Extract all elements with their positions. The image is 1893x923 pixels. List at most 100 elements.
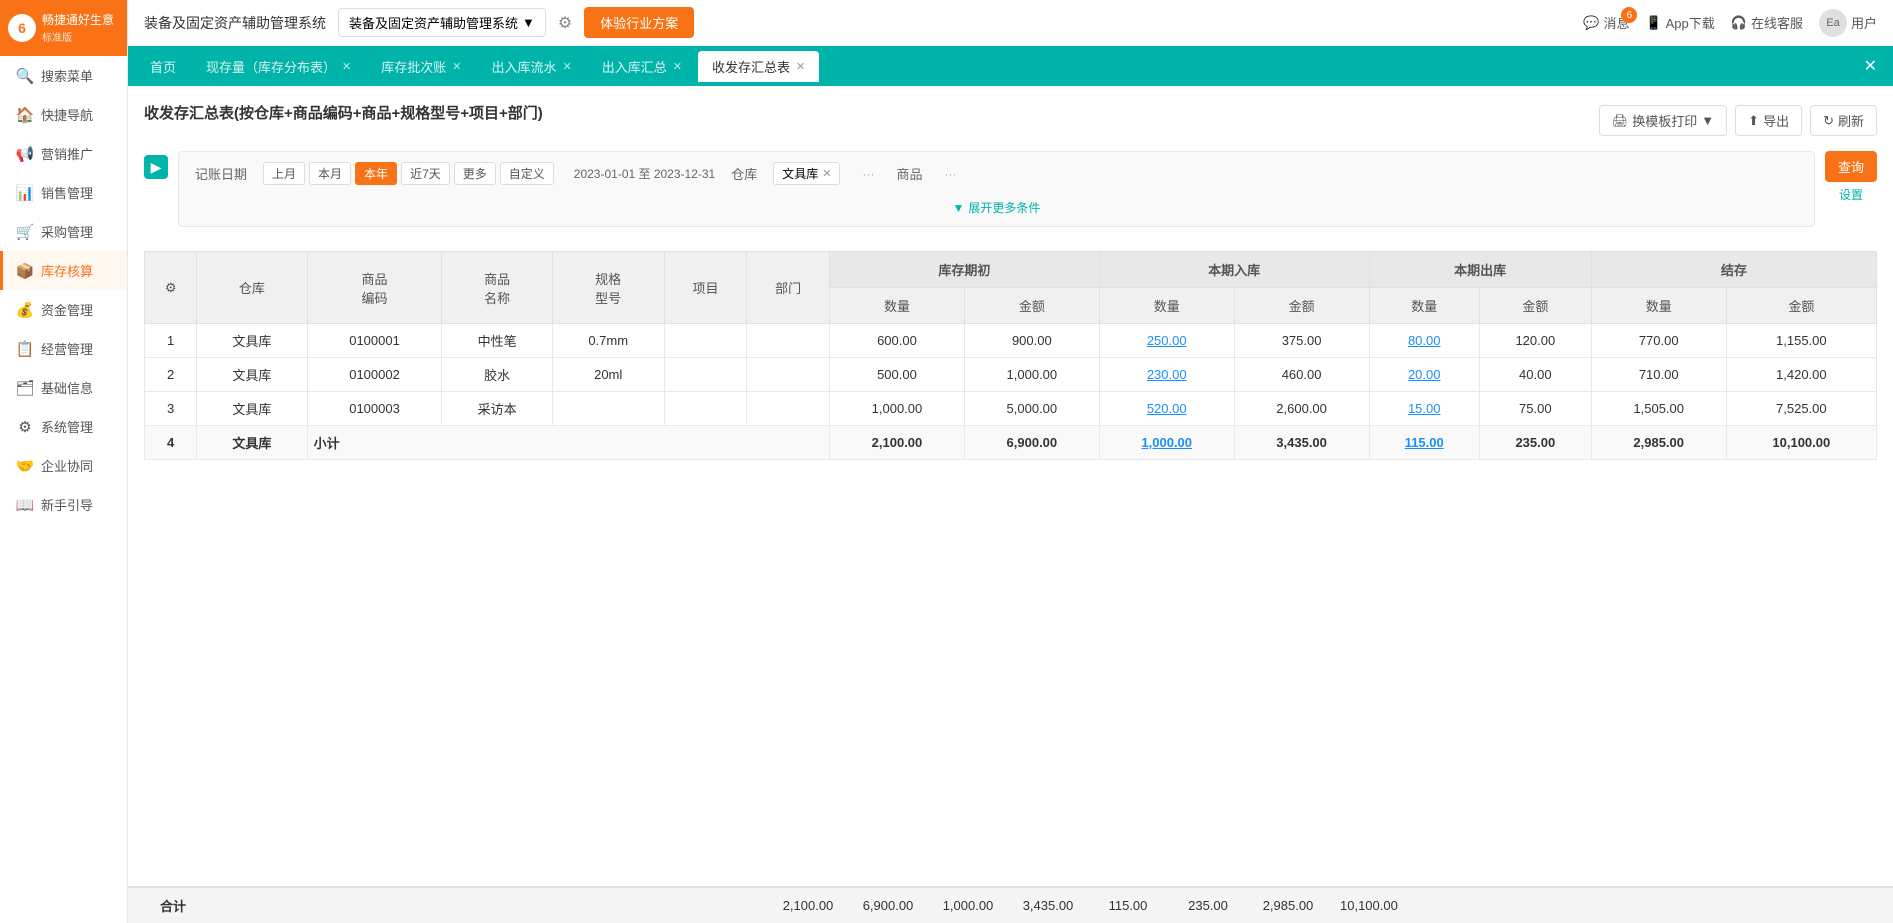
footer-in-qty: 1,000.00 [928,898,1008,913]
system-selector[interactable]: 装备及固定资产辅助管理系统 ▼ [338,8,546,37]
tab-summary[interactable]: 出入库汇总 ✕ [588,51,696,82]
sidebar-item-enterprise[interactable]: 🤝 企业协同 [0,446,127,485]
sidebar-label-search: 搜索菜单 [41,66,93,85]
date-btn-this-month[interactable]: 本月 [309,162,351,185]
sidebar-label-finance: 资金管理 [41,300,93,319]
chevron-down-icon: ▼ [1701,113,1714,128]
subtotal-out-amt: 235.00 [1479,426,1591,460]
message-button[interactable]: 💬 消息 6 [1583,13,1629,32]
subtotal-in-qty[interactable]: 1,000.00 [1099,426,1234,460]
experience-button[interactable]: 体验行业方案 [584,7,694,38]
sidebar-item-operations[interactable]: 📋 经营管理 [0,329,127,368]
col-out-amt-header: 金额 [1479,288,1591,324]
row2-out-amt: 40.00 [1479,358,1591,392]
sidebar-label-operations: 经营管理 [41,339,93,358]
tab-flow-label: 出入库流水 [491,57,556,76]
col-project-header: 项目 [664,252,747,324]
col-settings-header[interactable]: ⚙ [145,252,197,324]
sidebar-item-guide[interactable]: 📖 新手引导 [0,485,127,524]
table-container: ⚙ 仓库 商品编码 商品名称 规格型号 项目 部门 库存期初 本期入库 本期出库… [144,251,1877,460]
sidebar-label-marketing: 营销推广 [41,144,93,163]
row2-bal-amt: 1,420.00 [1726,358,1876,392]
row2-in-qty[interactable]: 230.00 [1099,358,1234,392]
row3-in-qty[interactable]: 520.00 [1099,392,1234,426]
date-range-display: 2023-01-01 至 2023-12-31 [574,165,715,182]
gear-icon[interactable]: ⚙ [558,13,572,33]
date-btn-7days[interactable]: 近7天 [401,162,450,185]
tab-summary-label: 出入库汇总 [602,57,667,76]
warehouse-more-btn[interactable]: ··· [856,165,880,183]
goods-filter-label: 商品 [896,164,922,183]
sidebar-label-quick-nav: 快捷导航 [41,105,93,124]
row1-in-amt: 375.00 [1234,324,1369,358]
row1-out-qty[interactable]: 80.00 [1369,324,1479,358]
subtotal-bal-qty: 2,985.00 [1591,426,1726,460]
warehouse-tag: 文具库 ✕ [773,162,840,185]
sales-icon: 📊 [15,184,35,202]
date-btn-this-year[interactable]: 本年 [355,162,397,185]
footer-bal-amt: 10,100.00 [1328,898,1410,913]
warehouse-tag-label: 文具库 [782,165,818,182]
date-btn-last-month[interactable]: 上月 [263,162,305,185]
settings-button[interactable]: 设置 [1825,186,1877,203]
page-title: 收发存汇总表(按仓库+商品编码+商品+规格型号+项目+部门) [144,102,543,123]
date-btn-custom[interactable]: 自定义 [500,162,554,185]
top-header-left: 装备及固定资产辅助管理系统 装备及固定资产辅助管理系统 ▼ ⚙ 体验行业方案 [144,7,694,38]
export-button[interactable]: ⬆ 导出 [1735,105,1802,136]
sidebar-item-finance[interactable]: 💰 资金管理 [0,290,127,329]
tab-close-batch[interactable]: ✕ [452,60,461,73]
goods-more-btn[interactable]: ··· [938,165,962,183]
row3-spec [552,392,664,426]
row1-spec: 0.7mm [552,324,664,358]
row2-out-qty[interactable]: 20.00 [1369,358,1479,392]
tab-flow[interactable]: 出入库流水 ✕ [477,51,585,82]
table-row: 2 文具库 0100002 胶水 20ml 500.00 1,000.00 23… [145,358,1877,392]
export-icon: ⬆ [1748,113,1759,129]
tab-receipt-issue[interactable]: 收发存汇总表 ✕ [698,51,819,82]
filter-toggle-btn[interactable]: ▶ [144,155,168,179]
sidebar-item-marketing[interactable]: 📢 营销推广 [0,134,127,173]
row1-open-qty: 600.00 [830,324,965,358]
refresh-button[interactable]: ↻ 刷新 [1810,105,1877,136]
table-row: 1 文具库 0100001 中性笔 0.7mm 600.00 900.00 25… [145,324,1877,358]
col-product-code-header: 商品编码 [307,252,442,324]
tab-close-receipt-issue[interactable]: ✕ [796,60,805,73]
row3-out-qty[interactable]: 15.00 [1369,392,1479,426]
sidebar-item-inventory[interactable]: 📦 库存核算 [0,251,127,290]
sidebar-item-search[interactable]: 🔍 搜索菜单 [0,56,127,95]
sidebar-item-quick-nav[interactable]: 🏠 快捷导航 [0,95,127,134]
row1-project [664,324,747,358]
app-download-label: App下载 [1666,13,1715,32]
app-download-button[interactable]: 📱 App下载 [1645,13,1714,32]
close-window-icon[interactable]: ✕ [1856,56,1885,76]
expand-more-btn[interactable]: ▼ 展开更多条件 [953,199,1041,216]
col-settings-icon[interactable]: ⚙ [165,280,177,295]
col-inbound-group-header: 本期入库 [1099,252,1369,288]
col-outbound-group-header: 本期出库 [1369,252,1591,288]
subtotal-row: 4 文具库 小计 2,100.00 6,900.00 1,000.00 3,43… [145,426,1877,460]
tab-close-summary[interactable]: ✕ [673,60,682,73]
print-template-button[interactable]: 🖨 换模板打印 ▼ [1599,105,1727,136]
subtotal-out-qty[interactable]: 115.00 [1369,426,1479,460]
row1-in-qty[interactable]: 250.00 [1099,324,1234,358]
tab-batch-label: 库存批次账 [381,57,446,76]
message-badge: 6 [1621,7,1637,23]
tab-close-flow[interactable]: ✕ [563,60,572,73]
tab-close-inventory-dist[interactable]: ✕ [342,60,351,73]
sidebar-item-purchase[interactable]: 🛒 采购管理 [0,212,127,251]
date-btn-more[interactable]: 更多 [454,162,496,185]
online-service-button[interactable]: 🎧 在线客服 [1731,13,1803,32]
user-menu[interactable]: Ea 用户 [1819,9,1877,37]
tab-home[interactable]: 首页 [136,51,190,82]
online-service-label: 在线客服 [1751,13,1803,32]
sidebar-item-system[interactable]: ⚙ 系统管理 [0,407,127,446]
sidebar-item-basic[interactable]: 🗂 基础信息 [0,368,127,407]
query-button[interactable]: 查询 [1825,151,1877,182]
filter-bar: 记账日期 上月 本月 本年 近7天 更多 自定义 2023-01-01 至 20… [178,151,1815,227]
avatar: Ea [1819,9,1847,37]
tab-inventory-dist[interactable]: 现存量（库存分布表） ✕ [192,51,365,82]
sidebar-item-sales[interactable]: 📊 销售管理 [0,173,127,212]
warehouse-tag-remove[interactable]: ✕ [822,167,831,180]
tab-batch[interactable]: 库存批次账 ✕ [367,51,475,82]
sidebar-label-enterprise: 企业协同 [41,456,93,475]
